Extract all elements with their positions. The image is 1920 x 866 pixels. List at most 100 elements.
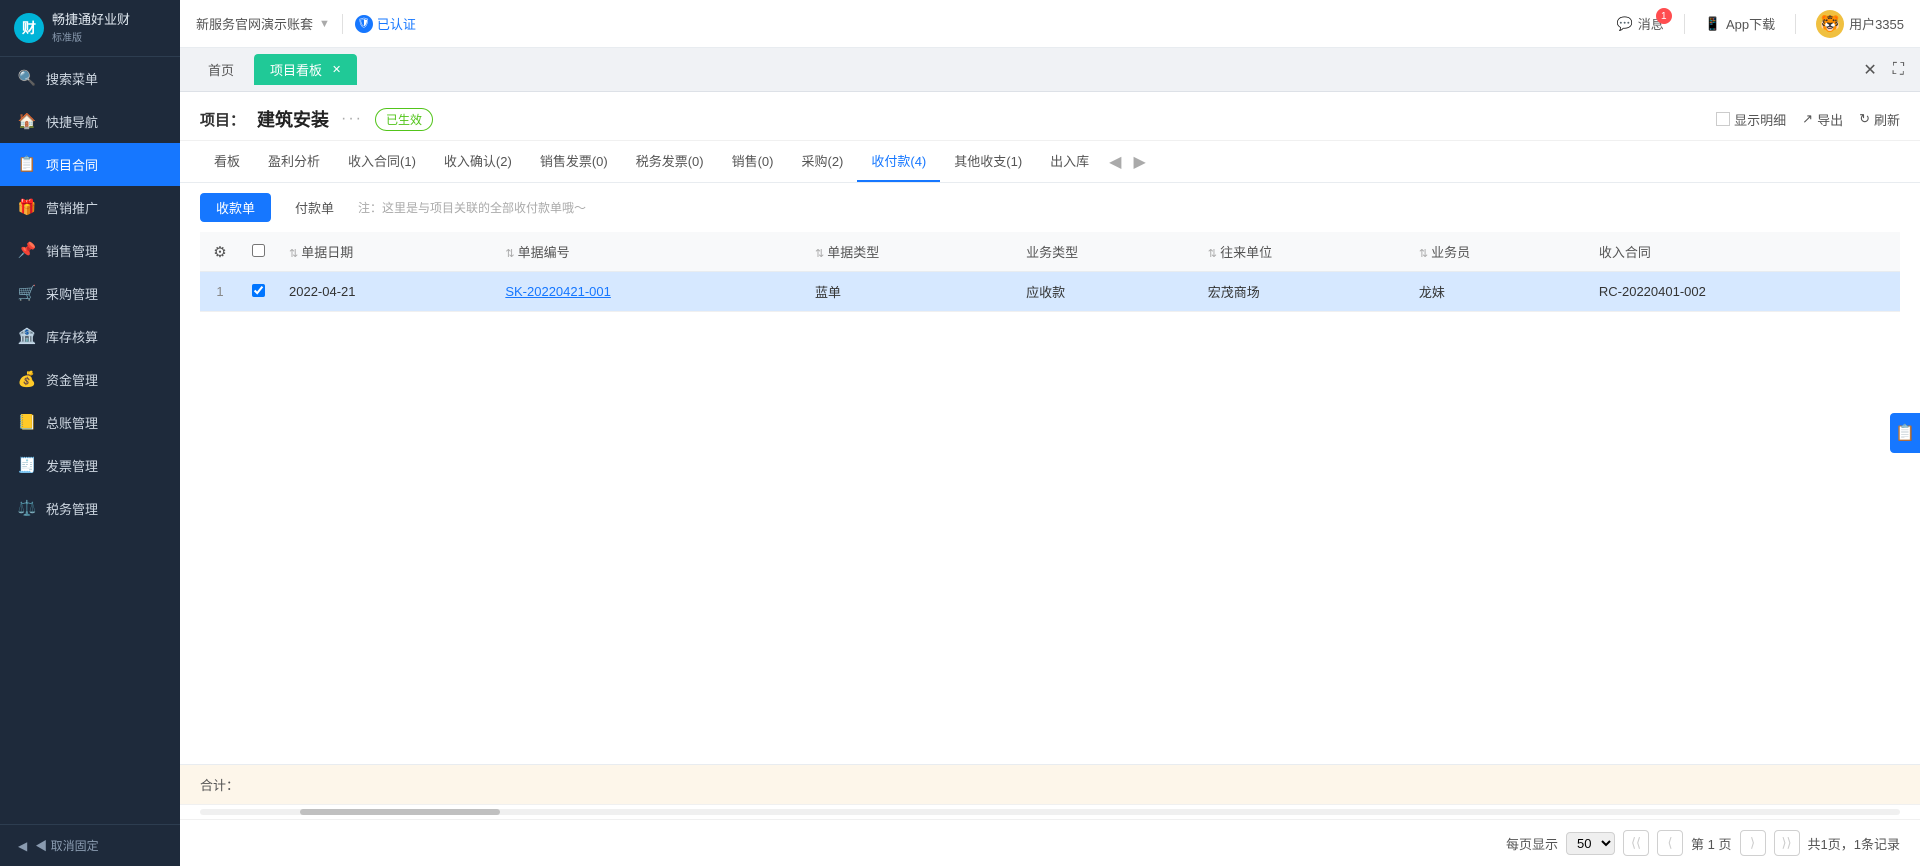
show-detail-toggle[interactable]: 显示明细 <box>1716 110 1786 129</box>
payment-tab-button[interactable]: 付款单 <box>279 193 350 222</box>
sidebar-item-tax[interactable]: ⚖️ 税务管理 <box>0 487 180 530</box>
right-panel-button[interactable]: 📋 <box>1890 413 1920 453</box>
user-avatar: 🐯 <box>1816 10 1844 38</box>
receipt-tab-button[interactable]: 收款单 <box>200 193 271 222</box>
cell-salesperson: 龙妹 <box>1407 272 1587 312</box>
tab-close-window-button[interactable]: ✕ <box>1859 56 1880 84</box>
project-more-icon[interactable]: ··· <box>341 110 363 128</box>
pagination-first-button[interactable]: ⟨⟨ <box>1623 830 1649 856</box>
sales-icon: 📌 <box>18 241 36 259</box>
project-status-badge: 已生效 <box>375 108 433 131</box>
sub-tab-income-contract[interactable]: 收入合同(1) <box>334 141 430 182</box>
col-type[interactable]: 单据类型 <box>803 232 1014 272</box>
sidebar-unpin-button[interactable]: ◀ ◀ 取消固定 <box>0 824 180 866</box>
project-prefix: 项目： <box>200 109 245 130</box>
cell-date: 2022-04-21 <box>277 272 493 312</box>
project-dropdown-arrow: ▼ <box>319 18 330 30</box>
right-panel-icon: 📋 <box>1895 425 1915 442</box>
user-profile-button[interactable]: 🐯 用户3355 <box>1816 10 1904 38</box>
sidebar-item-marketing[interactable]: 🎁 营销推广 <box>0 186 180 229</box>
col-biz-type: 业务类型 <box>1014 232 1196 272</box>
unpin-label: ◀ 取消固定 <box>35 837 98 854</box>
pagination-last-button[interactable]: ⟩⟩ <box>1774 830 1800 856</box>
tab-fullscreen-button[interactable]: ⛶ <box>1889 57 1908 83</box>
sidebar: 财 畅捷通好业财 标准版 🔍 搜索菜单 🏠 快捷导航 📋 项目合同 🎁 营销推广… <box>0 0 180 866</box>
scroll-thumb[interactable] <box>300 809 500 815</box>
sidebar-item-ledger[interactable]: 📒 总账管理 <box>0 401 180 444</box>
sub-tab-other-expense[interactable]: 其他收支(1) <box>940 141 1036 182</box>
tab-close-icon[interactable]: ✕ <box>332 63 341 76</box>
sidebar-item-label: 库存核算 <box>46 327 98 346</box>
sub-tab-stock[interactable]: 出入库 <box>1036 141 1103 182</box>
tab-home-label: 首页 <box>208 60 234 79</box>
export-button[interactable]: ↗ 导出 <box>1802 110 1843 129</box>
sub-tab-sales[interactable]: 销售(0) <box>718 141 788 182</box>
col-income-contract: 收入合同 <box>1587 232 1900 272</box>
tab-project-board-label: 项目看板 <box>270 60 322 79</box>
message-badge: 1 <box>1656 8 1672 24</box>
content-area: 项目： 建筑安装 ··· 已生效 显示明细 ↗ 导出 ↻ 刷新 <box>180 92 1920 866</box>
col-number[interactable]: 单据编号 <box>493 232 803 272</box>
sub-tabs-prev-arrow[interactable]: ◀ <box>1103 152 1127 172</box>
cell-biz-type: 应收款 <box>1014 272 1196 312</box>
cell-partner: 宏茂商场 <box>1196 272 1407 312</box>
sub-tab-receivable[interactable]: 收付款(4) <box>857 141 940 182</box>
col-salesperson[interactable]: 业务员 <box>1407 232 1587 272</box>
sub-tab-income-confirm[interactable]: 收入确认(2) <box>430 141 526 182</box>
doc-number-link[interactable]: SK-20220421-001 <box>505 284 611 299</box>
row-checkbox[interactable] <box>252 284 265 297</box>
tab-project-board[interactable]: 项目看板 ✕ <box>254 54 357 85</box>
user-label: 用户3355 <box>1849 14 1904 33</box>
topbar-divider-3 <box>1795 14 1796 34</box>
col-date[interactable]: 单据日期 <box>277 232 493 272</box>
col-settings[interactable]: ⚙ <box>200 232 240 272</box>
main-area: 新服务官网演示账套 ▼ 🛡 已认证 💬 消息 1 📱 App下载 🐯 用户335… <box>180 0 1920 866</box>
purchase-icon: 🛒 <box>18 284 36 302</box>
sidebar-item-invoice[interactable]: 🧾 发票管理 <box>0 444 180 487</box>
sidebar-item-quick-nav[interactable]: 🏠 快捷导航 <box>0 100 180 143</box>
tab-home[interactable]: 首页 <box>192 54 250 85</box>
horizontal-scrollbar-area <box>180 804 1920 819</box>
topbar-divider-1 <box>342 14 343 34</box>
project-header: 项目： 建筑安装 ··· 已生效 显示明细 ↗ 导出 ↻ 刷新 <box>180 92 1920 141</box>
project-header-actions: 显示明细 ↗ 导出 ↻ 刷新 <box>1716 110 1900 129</box>
pagination-prev-button[interactable]: ⟨ <box>1657 830 1683 856</box>
sub-tab-sales-invoice[interactable]: 销售发票(0) <box>526 141 622 182</box>
message-button[interactable]: 💬 消息 1 <box>1617 14 1664 33</box>
sub-tab-tax-invoice[interactable]: 税务发票(0) <box>622 141 718 182</box>
gift-icon: 🎁 <box>18 198 36 216</box>
sub-tab-purchase[interactable]: 采购(2) <box>787 141 857 182</box>
settings-icon[interactable]: ⚙ <box>213 244 226 261</box>
sidebar-item-inventory[interactable]: 🏦 库存核算 <box>0 315 180 358</box>
app-download-button[interactable]: 📱 App下载 <box>1705 14 1775 33</box>
show-detail-label: 显示明细 <box>1734 110 1786 129</box>
show-detail-checkbox[interactable] <box>1716 112 1730 126</box>
sub-tab-kanban[interactable]: 看板 <box>200 141 254 182</box>
col-partner[interactable]: 往来单位 <box>1196 232 1407 272</box>
sidebar-item-purchase-mgmt[interactable]: 🛒 采购管理 <box>0 272 180 315</box>
sub-tabs-next-arrow[interactable]: ▶ <box>1127 152 1151 172</box>
sidebar-item-sales-mgmt[interactable]: 📌 销售管理 <box>0 229 180 272</box>
sidebar-item-project-contract[interactable]: 📋 项目合同 <box>0 143 180 186</box>
table-footer-total: 合计： <box>180 764 1920 804</box>
sidebar-item-label: 销售管理 <box>46 241 98 260</box>
row-number: 1 <box>200 272 240 312</box>
select-all-checkbox[interactable] <box>252 244 265 257</box>
verified-text: 已认证 <box>377 14 416 33</box>
sub-tab-profit[interactable]: 盈利分析 <box>254 141 334 182</box>
app-logo: 财 <box>14 13 44 43</box>
project-selector-name: 新服务官网演示账套 <box>196 14 313 33</box>
inventory-icon: 🏦 <box>18 327 36 345</box>
sidebar-item-search[interactable]: 🔍 搜索菜单 <box>0 57 180 100</box>
scroll-track <box>200 809 1900 815</box>
project-selector[interactable]: 新服务官网演示账套 ▼ <box>196 14 330 33</box>
per-page-select[interactable]: 50 <box>1566 832 1615 855</box>
sidebar-item-funds[interactable]: 💰 资金管理 <box>0 358 180 401</box>
refresh-icon: ↻ <box>1859 111 1870 127</box>
section-tab-note: 注：这里是与项目关联的全部收付款单哦～ <box>358 199 586 216</box>
pagination-next-button[interactable]: ⟩ <box>1740 830 1766 856</box>
receipts-table: ⚙ 单据日期 单据编号 单据类型 <box>200 232 1900 312</box>
tabbar: 首页 项目看板 ✕ ✕ ⛶ <box>180 48 1920 92</box>
topbar: 新服务官网演示账套 ▼ 🛡 已认证 💬 消息 1 📱 App下载 🐯 用户335… <box>180 0 1920 48</box>
refresh-button[interactable]: ↻ 刷新 <box>1859 110 1900 129</box>
